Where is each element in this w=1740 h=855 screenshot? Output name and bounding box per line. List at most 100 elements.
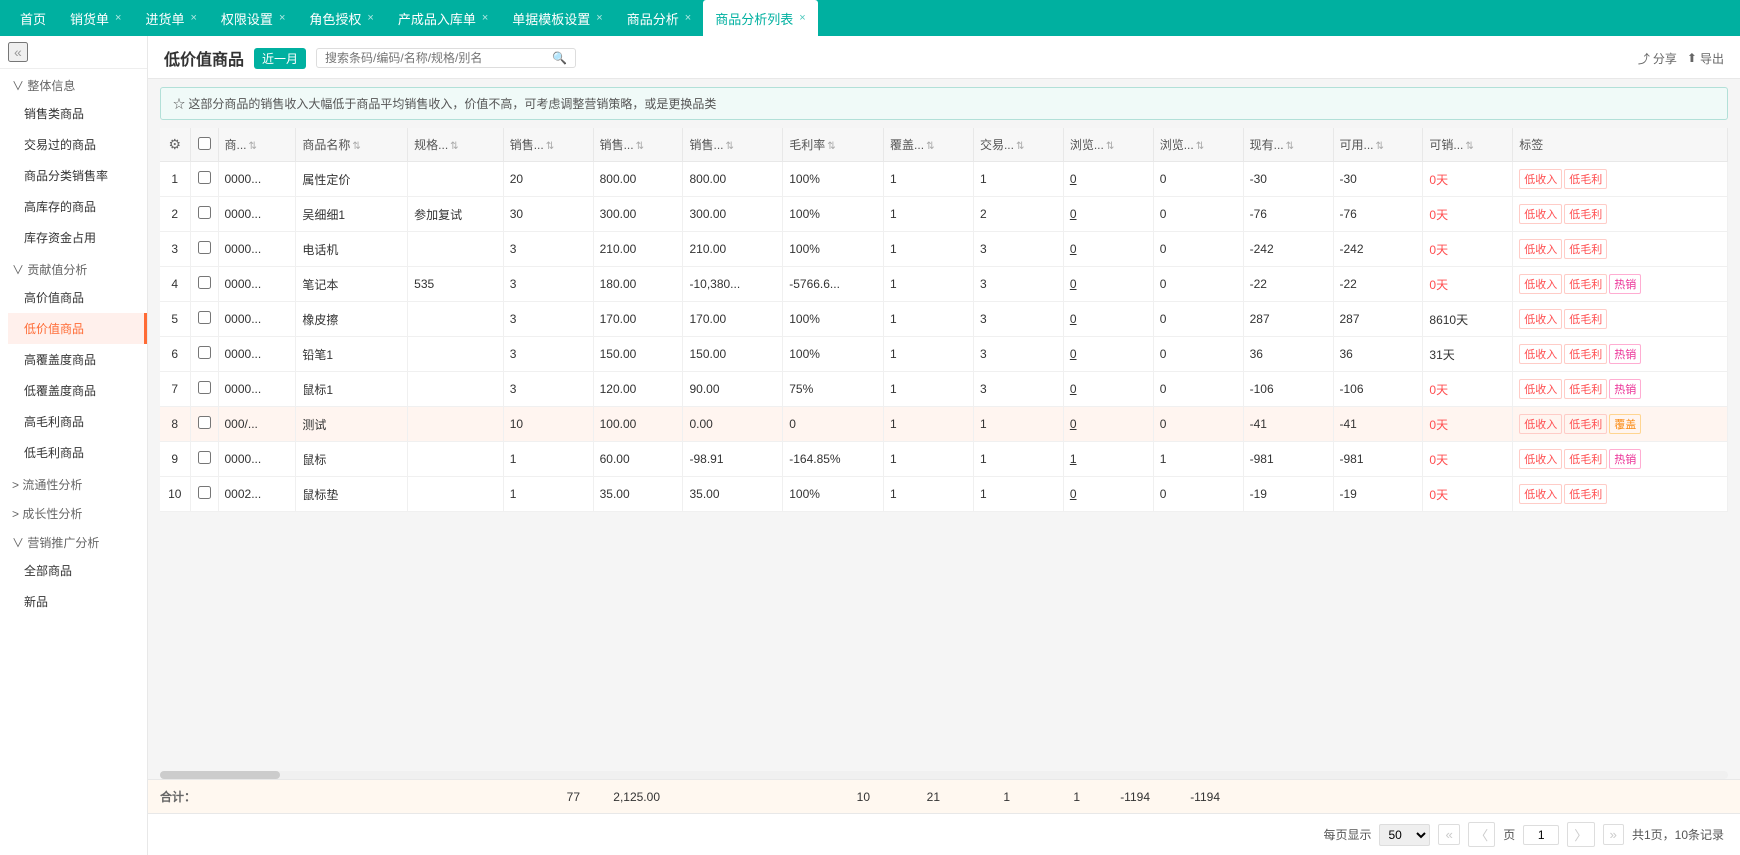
row-select-checkbox[interactable] — [198, 416, 211, 429]
page-next-btn[interactable]: 〉 — [1567, 822, 1594, 847]
view-link[interactable]: 0 — [1070, 277, 1077, 291]
view-link[interactable]: 0 — [1070, 487, 1077, 501]
sidebar-collapse-btn[interactable]: « — [8, 42, 28, 62]
row-checkbox[interactable] — [190, 407, 218, 442]
row-name[interactable]: 电话机 — [296, 232, 408, 267]
col-trade[interactable]: 交易...⇅ — [973, 128, 1063, 162]
row-checkbox[interactable] — [190, 267, 218, 302]
nav-close-warehouse[interactable]: × — [482, 12, 488, 24]
page-prev-btn[interactable]: 〈 — [1468, 822, 1495, 847]
row-q7[interactable]: 0 — [1063, 302, 1153, 337]
sidebar-item-traded[interactable]: 交易过的商品 — [8, 129, 147, 160]
row-select-checkbox[interactable] — [198, 241, 211, 254]
sidebar-item-high-profit[interactable]: 高毛利商品 — [8, 406, 147, 437]
view-link[interactable]: 0 — [1070, 417, 1077, 431]
row-checkbox[interactable] — [190, 337, 218, 372]
nav-home[interactable]: 首页 — [8, 0, 58, 36]
nav-permissions[interactable]: 权限设置× — [209, 0, 297, 36]
col-code[interactable]: 商...⇅ — [218, 128, 296, 162]
row-name[interactable]: 测试 — [296, 407, 408, 442]
col-current-stock[interactable]: 现有...⇅ — [1243, 128, 1333, 162]
sidebar-item-all-products[interactable]: 全部商品 — [8, 555, 147, 586]
sidebar-item-category-rate[interactable]: 商品分类销售率 — [8, 160, 147, 191]
nav-close-purchase[interactable]: × — [190, 12, 196, 24]
col-sellable[interactable]: 可销...⇅ — [1423, 128, 1513, 162]
row-checkbox[interactable] — [190, 162, 218, 197]
filter-tag-btn[interactable]: 近一月 — [254, 48, 306, 69]
row-select-checkbox[interactable] — [198, 486, 211, 499]
sidebar-item-sales-products[interactable]: 销售类商品 — [8, 98, 147, 129]
row-name[interactable]: 鼠标1 — [296, 372, 408, 407]
scrollbar-thumb[interactable] — [160, 771, 280, 779]
horizontal-scrollbar[interactable] — [160, 771, 1728, 779]
row-name[interactable]: 橡皮擦 — [296, 302, 408, 337]
search-input[interactable] — [325, 51, 548, 65]
row-checkbox[interactable] — [190, 372, 218, 407]
row-checkbox[interactable] — [190, 232, 218, 267]
row-q7[interactable]: 0 — [1063, 372, 1153, 407]
page-input[interactable] — [1523, 825, 1559, 845]
nav-roles[interactable]: 角色授权× — [297, 0, 385, 36]
nav-close-sales[interactable]: × — [115, 12, 121, 24]
row-select-checkbox[interactable] — [198, 311, 211, 324]
col-settings[interactable]: ⚙ — [160, 128, 190, 162]
row-q7[interactable]: 0 — [1063, 477, 1153, 512]
nav-analysis-list[interactable]: 商品分析列表× — [703, 0, 817, 36]
sidebar-item-low-coverage[interactable]: 低覆盖度商品 — [8, 375, 147, 406]
row-q7[interactable]: 1 — [1063, 442, 1153, 477]
row-q7[interactable]: 0 — [1063, 407, 1153, 442]
row-q7[interactable]: 0 — [1063, 337, 1153, 372]
row-checkbox[interactable] — [190, 302, 218, 337]
page-size-select[interactable]: 50 100 200 — [1379, 824, 1430, 846]
row-checkbox[interactable] — [190, 442, 218, 477]
row-checkbox[interactable] — [190, 197, 218, 232]
sidebar-group-growth[interactable]: > 成长性分析 — [0, 497, 147, 526]
row-name[interactable]: 属性定价 — [296, 162, 408, 197]
row-name[interactable]: 鼠标 — [296, 442, 408, 477]
nav-product-analysis[interactable]: 商品分析× — [615, 0, 703, 36]
view-link[interactable]: 0 — [1070, 207, 1077, 221]
sidebar-group-contribution[interactable]: ∨ 贡献值分析 — [0, 253, 147, 282]
row-select-checkbox[interactable] — [198, 346, 211, 359]
col-margin[interactable]: 毛利率⇅ — [783, 128, 884, 162]
row-q7[interactable]: 0 — [1063, 197, 1153, 232]
view-link[interactable]: 0 — [1070, 242, 1077, 256]
row-select-checkbox[interactable] — [198, 381, 211, 394]
export-btn[interactable]: ⬆ 导出 — [1687, 50, 1724, 67]
row-checkbox[interactable] — [190, 477, 218, 512]
nav-close-template[interactable]: × — [596, 12, 602, 24]
nav-warehouse[interactable]: 产成品入库单× — [386, 0, 500, 36]
col-name[interactable]: 商品名称⇅ — [296, 128, 408, 162]
select-all-checkbox[interactable] — [198, 137, 211, 150]
view-link[interactable]: 0 — [1070, 172, 1077, 186]
sidebar-group-overall[interactable]: ∨ 整体信息 — [0, 69, 147, 98]
col-sales2[interactable]: 销售...⇅ — [593, 128, 683, 162]
view-link[interactable]: 0 — [1070, 312, 1077, 326]
sidebar-item-high-value[interactable]: 高价值商品 — [8, 282, 147, 313]
row-name[interactable]: 吴细细1 — [296, 197, 408, 232]
col-coverage[interactable]: 覆盖...⇅ — [884, 128, 974, 162]
col-sales1[interactable]: 销售...⇅ — [503, 128, 593, 162]
view-link[interactable]: 1 — [1070, 452, 1077, 466]
row-select-checkbox[interactable] — [198, 206, 211, 219]
col-checkbox[interactable] — [190, 128, 218, 162]
row-select-checkbox[interactable] — [198, 171, 211, 184]
nav-close-permissions[interactable]: × — [279, 12, 285, 24]
gear-icon[interactable]: ⚙ — [168, 136, 181, 152]
page-last-btn[interactable]: » — [1603, 824, 1624, 845]
row-q7[interactable]: 0 — [1063, 162, 1153, 197]
row-name[interactable]: 铅笔1 — [296, 337, 408, 372]
row-select-checkbox[interactable] — [198, 276, 211, 289]
nav-template[interactable]: 单据模板设置× — [500, 0, 614, 36]
view-link[interactable]: 0 — [1070, 347, 1077, 361]
view-link[interactable]: 0 — [1070, 382, 1077, 396]
search-icon[interactable]: 🔍 — [552, 51, 567, 65]
share-btn[interactable]: ⤴ 分享 — [1638, 50, 1677, 67]
sidebar-item-new-products[interactable]: 新品 — [8, 586, 147, 617]
nav-purchase[interactable]: 进货单× — [133, 0, 208, 36]
sidebar-item-stock-capital[interactable]: 库存资金占用 — [8, 222, 147, 253]
row-name[interactable]: 笔记本 — [296, 267, 408, 302]
col-view1[interactable]: 浏览...⇅ — [1063, 128, 1153, 162]
row-select-checkbox[interactable] — [198, 451, 211, 464]
nav-close-product-analysis[interactable]: × — [685, 12, 691, 24]
